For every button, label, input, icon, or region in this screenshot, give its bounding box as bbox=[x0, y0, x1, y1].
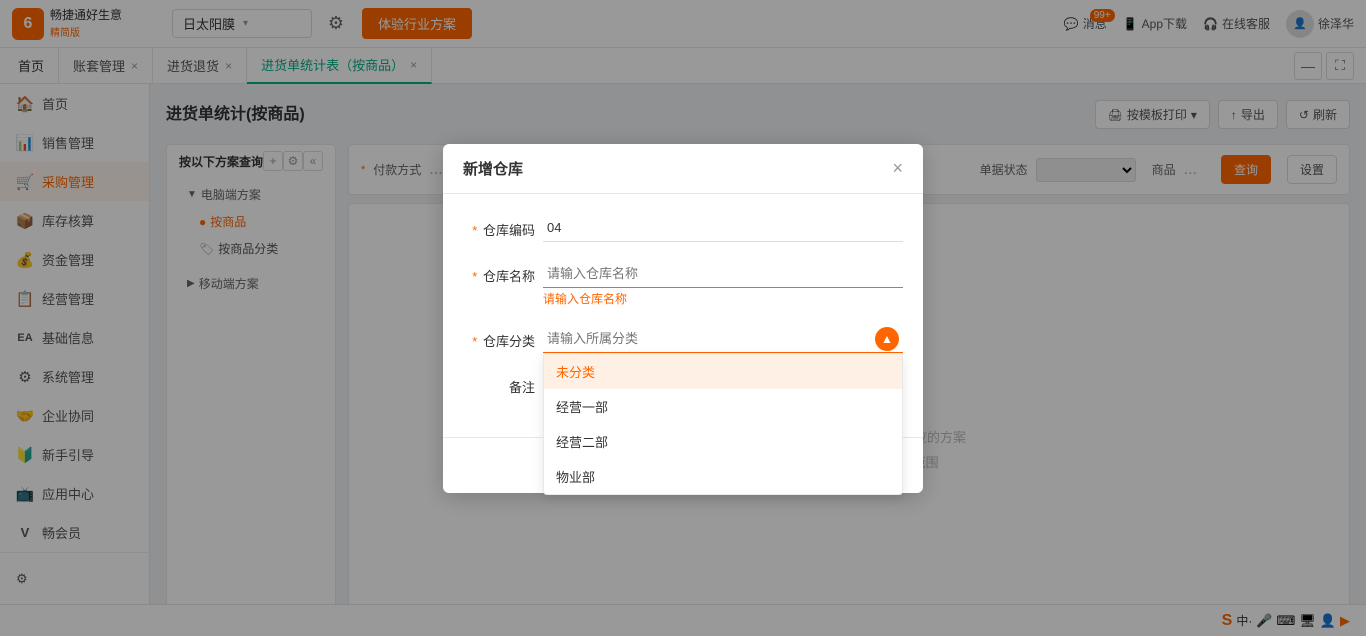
name-input[interactable] bbox=[543, 260, 903, 288]
form-row-name: * 仓库名称 请输入仓库名称 bbox=[463, 260, 903, 307]
category-dropdown: 未分类 经营一部 经营二部 物业部 bbox=[543, 353, 903, 495]
dropdown-item-uncategorized[interactable]: 未分类 bbox=[544, 354, 902, 389]
modal-header: 新增仓库 × bbox=[443, 144, 923, 194]
category-input[interactable] bbox=[543, 325, 903, 353]
category-arrow-icon[interactable]: ▲ bbox=[875, 327, 899, 351]
modal-close-button[interactable]: × bbox=[892, 158, 903, 179]
category-select-wrapper: ▲ bbox=[543, 325, 903, 353]
form-code-label: * 仓库编码 bbox=[463, 214, 543, 239]
form-row-category: * 仓库分类 ▲ 未分类 经营一部 bbox=[463, 325, 903, 353]
dropdown-item-ops2[interactable]: 经营二部 bbox=[544, 424, 902, 459]
form-name-field: 请输入仓库名称 bbox=[543, 260, 903, 307]
form-note-label: 备注 bbox=[463, 371, 543, 396]
name-error-message: 请输入仓库名称 bbox=[543, 290, 903, 307]
modal-body: * 仓库编码 * 仓库名称 请输入仓库名称 bbox=[443, 194, 923, 437]
form-row-code: * 仓库编码 bbox=[463, 214, 903, 242]
form-name-label: * 仓库名称 bbox=[463, 260, 543, 285]
code-input[interactable] bbox=[543, 214, 903, 242]
modal-overlay[interactable]: 新增仓库 × * 仓库编码 * 仓库名称 bbox=[0, 0, 1366, 636]
modal-new-warehouse: 新增仓库 × * 仓库编码 * 仓库名称 bbox=[443, 144, 923, 493]
dropdown-item-ops1[interactable]: 经营一部 bbox=[544, 389, 902, 424]
required-star-name: * bbox=[472, 269, 477, 284]
form-category-label: * 仓库分类 bbox=[463, 325, 543, 350]
modal-title: 新增仓库 bbox=[463, 158, 892, 179]
form-code-field bbox=[543, 214, 903, 242]
form-category-field: ▲ 未分类 经营一部 经营二部 物业部 bbox=[543, 325, 903, 353]
required-star-code: * bbox=[472, 223, 477, 238]
dropdown-item-property[interactable]: 物业部 bbox=[544, 459, 902, 494]
required-star-category: * bbox=[472, 334, 477, 349]
